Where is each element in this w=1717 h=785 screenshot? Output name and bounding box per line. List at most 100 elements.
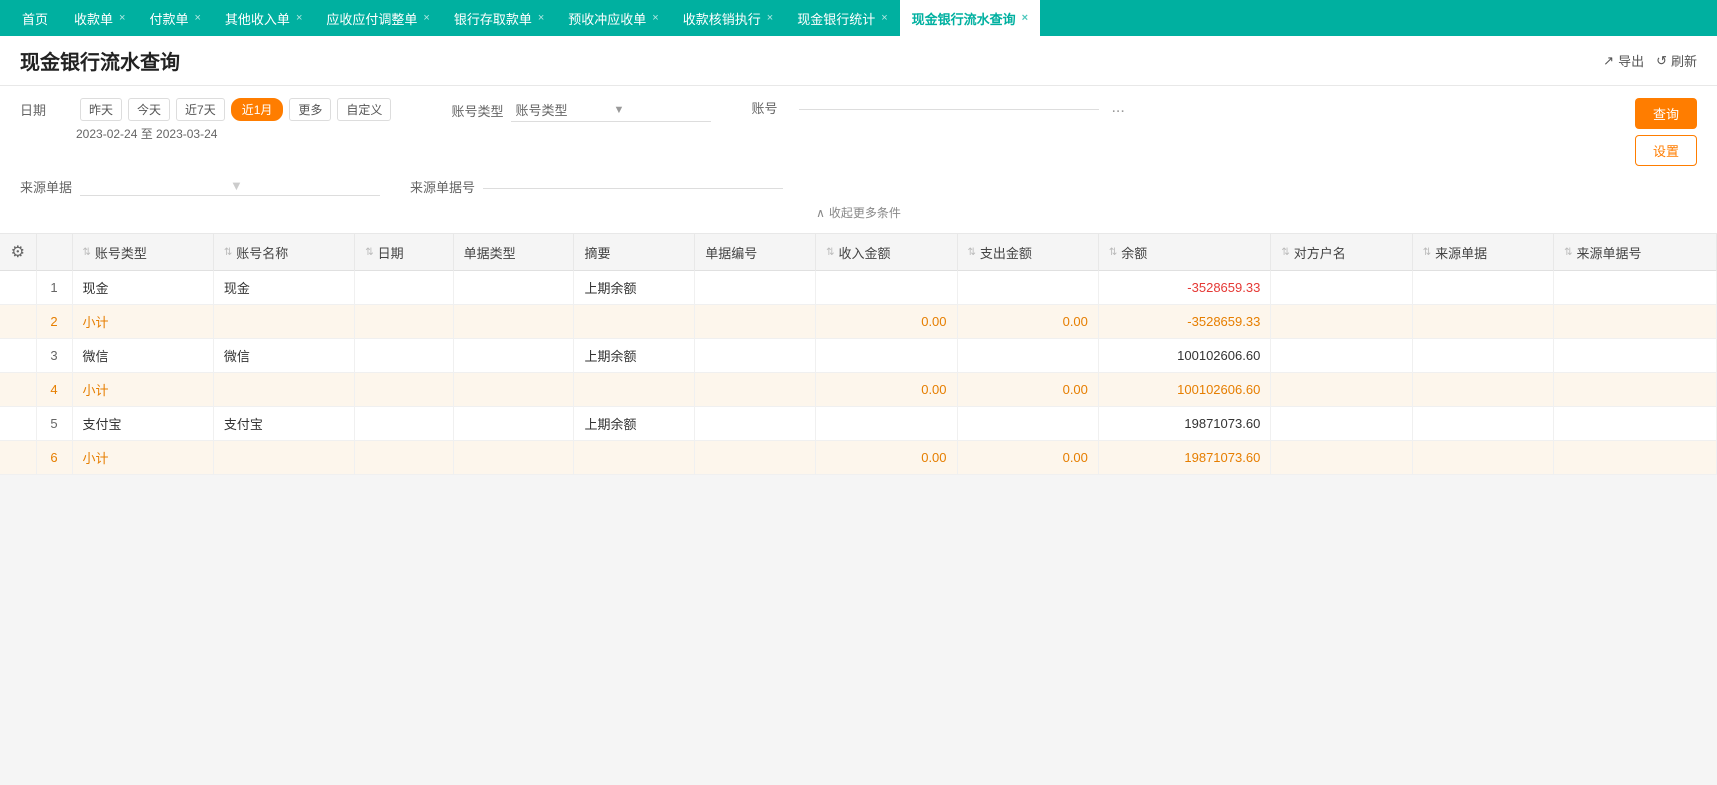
row-doc-no — [695, 339, 816, 373]
row-account-type: 小计 — [72, 441, 213, 475]
col-balance[interactable]: ⇅ 余额 — [1098, 234, 1270, 271]
col-source-doc[interactable]: ⇅ 来源单据 — [1412, 234, 1553, 271]
row-date — [355, 271, 453, 305]
col-income[interactable]: ⇅ 收入金额 — [816, 234, 957, 271]
table-row[interactable]: 4 小计 0.00 0.00 100102606.60 — [0, 373, 1717, 407]
sort-icon: ⇅ — [826, 247, 834, 258]
nav-tab-receipts[interactable]: 收款单 × — [62, 0, 137, 36]
row-settings-cell — [0, 373, 36, 407]
date-btn-more[interactable]: 更多 — [289, 98, 331, 121]
settings-button[interactable]: 设置 — [1635, 135, 1697, 166]
source-doc-item: 来源单据 ▼ — [20, 176, 380, 196]
row-expense: 0.00 — [957, 441, 1098, 475]
refresh-button[interactable]: ↺ 刷新 — [1656, 51, 1697, 70]
close-icon[interactable]: × — [767, 12, 773, 24]
row-expense — [957, 271, 1098, 305]
sort-icon: ⇅ — [224, 247, 232, 258]
account-type-label: 账号类型 — [451, 101, 503, 120]
row-balance: -3528659.33 — [1098, 271, 1270, 305]
row-doc-type — [453, 305, 574, 339]
row-date — [355, 407, 453, 441]
row-income: 0.00 — [816, 441, 957, 475]
row-doc-no — [695, 271, 816, 305]
col-account-type[interactable]: ⇅ 账号类型 — [72, 234, 213, 271]
row-account-type: 小计 — [72, 373, 213, 407]
row-account-name — [213, 305, 354, 339]
nav-tab-bank-withdraw[interactable]: 银行存取款单 × — [442, 0, 556, 36]
close-icon[interactable]: × — [119, 12, 125, 24]
nav-home[interactable]: 首页 — [8, 0, 62, 36]
sort-icon: ⇅ — [968, 247, 976, 258]
row-source-doc — [1412, 305, 1553, 339]
row-date — [355, 305, 453, 339]
row-date — [355, 441, 453, 475]
data-table: ⚙ ⇅ 账号类型 ⇅ 账号名称 ⇅ — [0, 234, 1717, 475]
nav-tab-other-income[interactable]: 其他收入单 × — [213, 0, 314, 36]
row-summary: 上期余额 — [574, 271, 695, 305]
source-doc-no-label: 来源单据号 — [410, 177, 475, 196]
table-row[interactable]: 3 微信 微信 上期余额 100102606.60 — [0, 339, 1717, 373]
sort-icon: ⇅ — [1423, 247, 1431, 258]
query-button[interactable]: 查询 — [1635, 98, 1697, 129]
row-balance: 100102606.60 — [1098, 339, 1270, 373]
row-expense — [957, 407, 1098, 441]
row-balance: 100102606.60 — [1098, 373, 1270, 407]
table-row[interactable]: 1 现金 现金 上期余额 -3528659.33 — [0, 271, 1717, 305]
close-icon[interactable]: × — [194, 12, 200, 24]
close-icon[interactable]: × — [881, 12, 887, 24]
close-icon[interactable]: × — [538, 12, 544, 24]
date-btn-yesterday[interactable]: 昨天 — [80, 98, 122, 121]
close-icon[interactable]: × — [296, 12, 302, 24]
col-source-doc-no[interactable]: ⇅ 来源单据号 — [1554, 234, 1717, 271]
row-counterparty — [1271, 339, 1412, 373]
nav-tab-prepay[interactable]: 预收冲应收单 × — [556, 0, 670, 36]
export-button[interactable]: ↗ 导出 — [1603, 51, 1644, 70]
date-btn-7days[interactable]: 近7天 — [176, 98, 225, 121]
nav-tab-receipt-verify[interactable]: 收款核销执行 × — [671, 0, 785, 36]
sort-icon: ⇅ — [1564, 247, 1572, 258]
col-settings[interactable]: ⚙ — [0, 234, 36, 271]
col-counterparty[interactable]: ⇅ 对方户名 — [1271, 234, 1412, 271]
source-doc-no-input[interactable] — [483, 184, 783, 189]
source-doc-select[interactable]: ▼ — [80, 176, 380, 196]
row-income: 0.00 — [816, 305, 957, 339]
col-doc-no: 单据编号 — [695, 234, 816, 271]
sort-icon: ⇅ — [1109, 247, 1117, 258]
col-account-name[interactable]: ⇅ 账号名称 — [213, 234, 354, 271]
date-range-text: 2023-02-24 至 2023-03-24 — [76, 127, 217, 141]
row-account-name: 支付宝 — [213, 407, 354, 441]
date-btn-custom[interactable]: 自定义 — [337, 98, 391, 121]
row-income — [816, 407, 957, 441]
nav-tab-cash-stats[interactable]: 现金银行统计 × — [785, 0, 899, 36]
close-icon[interactable]: × — [1022, 12, 1028, 24]
account-type-select[interactable]: 账号类型 ▼ — [511, 98, 711, 122]
row-summary: 上期余额 — [574, 339, 695, 373]
row-account-type: 支付宝 — [72, 407, 213, 441]
table-row[interactable]: 6 小计 0.00 0.00 19871073.60 — [0, 441, 1717, 475]
source-doc-label: 来源单据 — [20, 177, 72, 196]
date-btn-1month[interactable]: 近1月 — [231, 98, 284, 121]
settings-icon[interactable]: ⚙ — [11, 244, 25, 261]
row-source-doc-no — [1554, 271, 1717, 305]
table-row[interactable]: 2 小计 0.00 0.00 -3528659.33 — [0, 305, 1717, 339]
table-row[interactable]: 5 支付宝 支付宝 上期余额 19871073.60 — [0, 407, 1717, 441]
row-source-doc-no — [1554, 305, 1717, 339]
close-icon[interactable]: × — [423, 12, 429, 24]
more-options-button[interactable]: ... — [1107, 99, 1128, 117]
collapse-filter-button[interactable]: ∧ 收起更多条件 — [20, 200, 1697, 223]
date-btn-today[interactable]: 今天 — [128, 98, 170, 121]
nav-tab-adjustment[interactable]: 应收应付调整单 × — [314, 0, 441, 36]
nav-tab-payments[interactable]: 付款单 × — [137, 0, 212, 36]
row-account-name — [213, 373, 354, 407]
col-index — [36, 234, 72, 271]
close-icon[interactable]: × — [652, 12, 658, 24]
col-expense[interactable]: ⇅ 支出金额 — [957, 234, 1098, 271]
row-source-doc-no — [1554, 407, 1717, 441]
row-account-name: 微信 — [213, 339, 354, 373]
row-expense: 0.00 — [957, 373, 1098, 407]
nav-tab-cash-flow[interactable]: 现金银行流水查询 × — [900, 0, 1040, 36]
col-date[interactable]: ⇅ 日期 — [355, 234, 453, 271]
row-index: 1 — [36, 271, 72, 305]
account-input[interactable] — [799, 105, 1099, 110]
date-options: 昨天 今天 近7天 近1月 更多 自定义 — [80, 98, 391, 121]
